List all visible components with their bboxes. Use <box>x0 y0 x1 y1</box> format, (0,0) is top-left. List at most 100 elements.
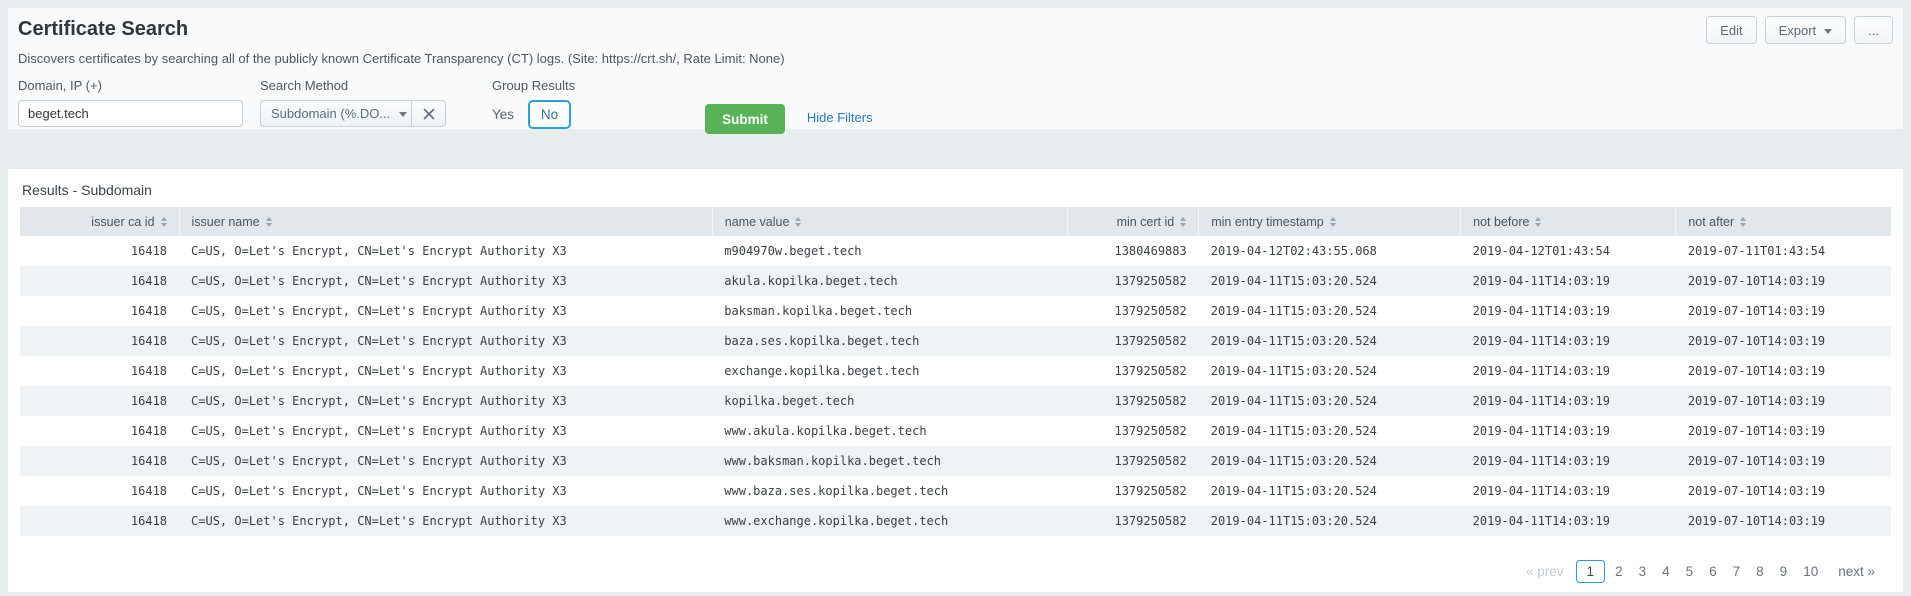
table-cell: 1379250582 <box>1114 304 1187 318</box>
column-header-issuer-ca-id[interactable]: issuer ca id <box>20 207 180 236</box>
table-cell: m904970w.beget.tech <box>724 244 862 258</box>
pagination-page[interactable]: 9 <box>1772 560 1796 583</box>
table-cell: 2019-04-11T14:03:19 <box>1472 424 1610 438</box>
table-cell: C=US, O=Let's Encrypt, CN=Let's Encrypt … <box>191 364 567 378</box>
column-header-issuer-name[interactable]: issuer name <box>178 207 713 236</box>
table-row[interactable]: 16418 C=US, O=Let's Encrypt, CN=Let's Enc… <box>20 416 1891 446</box>
table-cell: 2019-04-11T14:03:19 <box>1472 454 1610 468</box>
pagination-page[interactable]: 3 <box>1631 560 1655 583</box>
table-row[interactable]: 16418 C=US, O=Let's Encrypt, CN=Let's Enc… <box>20 506 1891 536</box>
column-header-name-value[interactable]: name value <box>711 207 1068 236</box>
table-cell: 2019-07-10T14:03:19 <box>1687 334 1826 348</box>
results-table: issuer ca id issuer name name value min cer… <box>20 207 1891 536</box>
table-row[interactable]: 16418 C=US, O=Let's Encrypt, CN=Let's Enc… <box>20 266 1891 296</box>
pagination-prev: « prev <box>1526 564 1564 579</box>
table-cell: www.exchange.kopilka.beget.tech <box>724 514 949 528</box>
page-title: Certificate Search <box>18 18 189 40</box>
table-cell: baksman.kopilka.beget.tech <box>724 304 913 318</box>
export-button-label: Export <box>1778 22 1817 38</box>
pagination-page[interactable]: 5 <box>1678 560 1702 583</box>
dashboard-actions: Edit Export ... <box>1706 14 1893 44</box>
table-cell: 2019-04-11T15:03:20.524 <box>1210 364 1377 378</box>
table-cell: 1379250582 <box>1114 274 1187 288</box>
search-method-dropdown-toggle[interactable]: Subdomain (%.DO... <box>261 101 411 126</box>
table-cell: 16418 <box>130 454 168 468</box>
table-cell: 2019-07-10T14:03:19 <box>1687 274 1826 288</box>
export-button[interactable]: Export <box>1764 16 1847 44</box>
table-cell: 2019-07-11T01:43:54 <box>1687 244 1826 258</box>
table-row[interactable]: 16418 C=US, O=Let's Encrypt, CN=Let's Enc… <box>20 386 1891 416</box>
table-cell: 2019-04-11T14:03:19 <box>1472 514 1610 528</box>
table-cell: www.baksman.kopilka.beget.tech <box>724 454 942 468</box>
column-header-label: issuer ca id <box>91 214 155 229</box>
x-icon <box>423 108 434 119</box>
column-header-not-after[interactable]: not after <box>1675 207 1891 236</box>
table-cell: 2019-07-10T14:03:19 <box>1687 304 1826 318</box>
more-actions-button[interactable]: ... <box>1854 16 1893 44</box>
pagination: « prev 1 2 3 4 5 6 7 8 9 10 next » <box>1518 560 1883 583</box>
table-cell: 2019-07-10T14:03:19 <box>1687 424 1826 438</box>
sort-arrows-icon <box>1329 216 1336 227</box>
pagination-next[interactable]: next » <box>1830 560 1883 583</box>
edit-button[interactable]: Edit <box>1706 16 1757 44</box>
pagination-page[interactable]: 7 <box>1725 560 1749 583</box>
table-row[interactable]: 16418 C=US, O=Let's Encrypt, CN=Let's Enc… <box>20 446 1891 476</box>
table-row[interactable]: 16418 C=US, O=Let's Encrypt, CN=Let's Enc… <box>20 296 1891 326</box>
sort-arrows-icon <box>160 216 167 227</box>
table-row[interactable]: 16418 C=US, O=Let's Encrypt, CN=Let's Enc… <box>20 476 1891 506</box>
column-header-not-before[interactable]: not before <box>1460 207 1676 236</box>
table-cell: 2019-04-12T01:43:54 <box>1472 244 1610 258</box>
domain-input[interactable] <box>18 100 243 127</box>
group-results-no-option[interactable]: No <box>528 100 572 129</box>
table-cell: 2019-04-11T15:03:20.524 <box>1210 274 1377 288</box>
submit-button[interactable]: Submit <box>705 104 785 134</box>
table-cell: exchange.kopilka.beget.tech <box>724 364 920 378</box>
table-cell: 2019-04-11T14:03:19 <box>1472 484 1610 498</box>
table-row[interactable]: 16418 C=US, O=Let's Encrypt, CN=Let's Enc… <box>20 236 1891 266</box>
table-cell: 1379250582 <box>1114 454 1187 468</box>
pagination-page[interactable]: 2 <box>1607 560 1631 583</box>
table-row[interactable]: 16418 C=US, O=Let's Encrypt, CN=Let's Enc… <box>20 326 1891 356</box>
table-header-row: issuer ca id issuer name name value min cer… <box>20 207 1891 236</box>
table-row[interactable]: 16418 C=US, O=Let's Encrypt, CN=Let's Enc… <box>20 356 1891 386</box>
table-cell: 1379250582 <box>1114 484 1187 498</box>
column-header-min-cert-id[interactable]: min cert id <box>1067 207 1199 236</box>
edit-button-label: Edit <box>1720 22 1743 38</box>
table-cell: 2019-04-11T15:03:20.524 <box>1210 514 1377 528</box>
table-cell: C=US, O=Let's Encrypt, CN=Let's Encrypt … <box>191 454 567 468</box>
table-cell: 16418 <box>130 304 168 318</box>
filter-bar: Domain, IP (+) Search Method Subdomain (… <box>18 78 1893 134</box>
table-cell: 1379250582 <box>1114 514 1187 528</box>
table-cell: 16418 <box>130 514 168 528</box>
group-results-yes-option[interactable]: Yes <box>492 107 514 122</box>
pagination-page[interactable]: 10 <box>1795 560 1826 583</box>
table-cell: 2019-07-10T14:03:19 <box>1687 514 1826 528</box>
table-cell: 2019-07-10T14:03:19 <box>1687 454 1826 468</box>
pagination-page[interactable]: 8 <box>1748 560 1772 583</box>
more-actions-label: ... <box>1868 22 1879 38</box>
dashboard-header: Certificate Search Edit Export ... Disco… <box>8 8 1903 134</box>
table-cell: 16418 <box>130 334 168 348</box>
column-header-label: not before <box>1473 214 1530 229</box>
hide-filters-link[interactable]: Hide Filters <box>807 110 873 125</box>
column-header-label: min entry timestamp <box>1211 214 1324 229</box>
table-cell: C=US, O=Let's Encrypt, CN=Let's Encrypt … <box>191 244 567 258</box>
table-cell: 2019-04-11T14:03:19 <box>1472 334 1610 348</box>
search-method-selected-value: Subdomain (%.DO... <box>271 106 391 121</box>
domain-filter-label: Domain, IP (+) <box>18 78 102 93</box>
table-cell: 2019-04-11T15:03:20.524 <box>1210 304 1377 318</box>
sort-arrows-icon <box>265 216 272 227</box>
table-cell: 2019-04-11T14:03:19 <box>1472 394 1610 408</box>
search-method-label: Search Method <box>260 78 349 93</box>
pagination-page[interactable]: 6 <box>1701 560 1725 583</box>
sort-arrows-icon <box>795 216 802 227</box>
pagination-page[interactable]: 4 <box>1654 560 1678 583</box>
column-header-label: issuer name <box>191 214 260 229</box>
group-results-toggle: Yes No <box>492 100 575 129</box>
table-cell: baza.ses.kopilka.beget.tech <box>724 334 920 348</box>
clear-search-method-button[interactable] <box>411 101 445 126</box>
group-results-label: Group Results <box>492 78 576 93</box>
column-header-min-entry-timestamp[interactable]: min entry timestamp <box>1198 207 1461 236</box>
table-cell: 2019-04-11T14:03:19 <box>1472 274 1610 288</box>
table-cell: C=US, O=Let's Encrypt, CN=Let's Encrypt … <box>191 394 567 408</box>
